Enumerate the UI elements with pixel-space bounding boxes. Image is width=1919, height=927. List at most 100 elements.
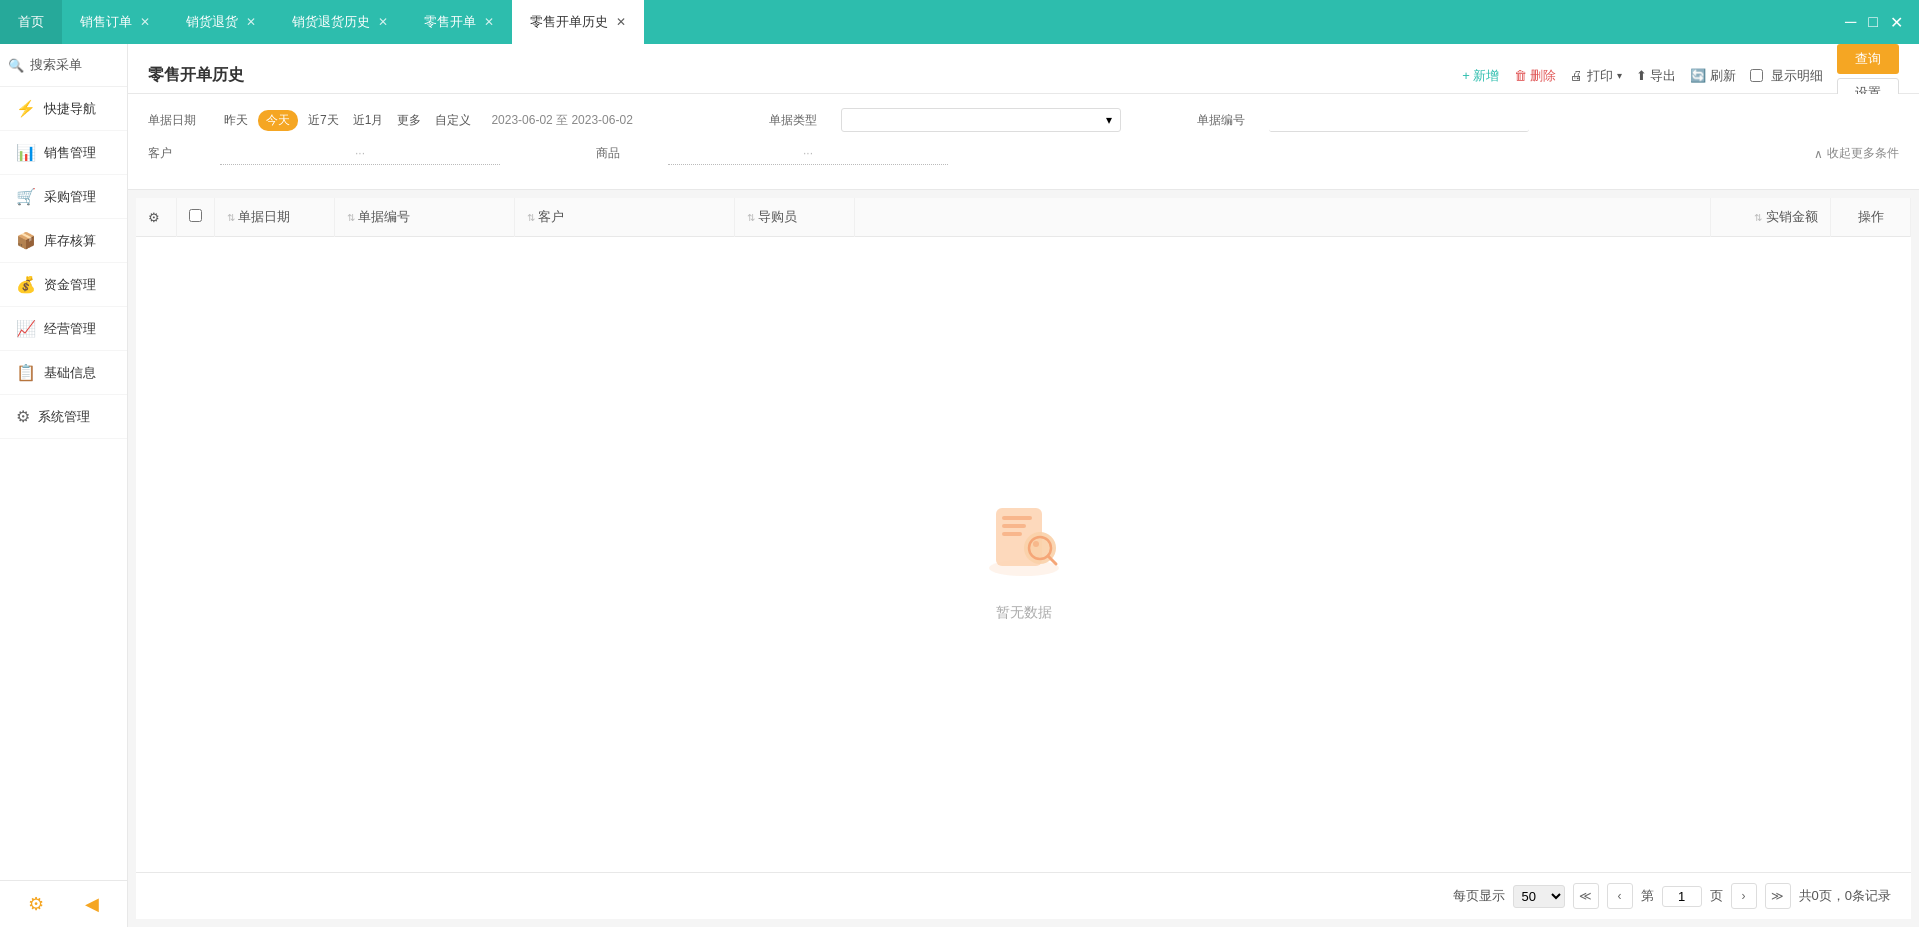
- page-label-after: 页: [1710, 887, 1723, 905]
- date-shortcuts: 昨天 今天 近7天 近1月 更多 自定义: [220, 110, 475, 131]
- filter-bill-type-select[interactable]: ▾: [841, 108, 1121, 132]
- tab-sales-return[interactable]: 销货退货 ✕: [168, 0, 274, 44]
- main-layout: 🔍 搜索采单 ⚡ 快捷导航 📊 销售管理 🛒 采购管理 📦 库存核算 💰 资金管…: [0, 44, 1919, 927]
- sidebar-collapse-icon[interactable]: ◀: [85, 893, 99, 915]
- sidebar-item-sales-label: 销售管理: [44, 144, 96, 162]
- filter-bill-type-label: 单据类型: [769, 112, 825, 129]
- total-info: 共0页，0条记录: [1799, 887, 1891, 905]
- tab-retail-open-label: 零售开单: [424, 13, 476, 31]
- last-page-button[interactable]: ≫: [1765, 883, 1791, 909]
- empty-icon: [974, 488, 1074, 588]
- collapse-button[interactable]: ∧ 收起更多条件: [1814, 145, 1899, 162]
- display-detail-checkbox[interactable]: [1750, 69, 1763, 82]
- shortcut-last-month[interactable]: 近1月: [349, 110, 388, 131]
- page-size-label: 每页显示: [1453, 887, 1505, 905]
- sidebar-item-finance[interactable]: 💰 资金管理: [0, 263, 127, 307]
- print-button[interactable]: 🖨 打印 ▾: [1570, 67, 1622, 85]
- tab-sales-order-close[interactable]: ✕: [140, 15, 150, 29]
- col-customer-label: 客户: [538, 209, 564, 224]
- tab-sales-return-close[interactable]: ✕: [246, 15, 256, 29]
- add-button-label: + 新增: [1462, 67, 1499, 85]
- basic-info-icon: 📋: [16, 363, 36, 382]
- add-button[interactable]: + 新增: [1462, 67, 1499, 85]
- page-size-select[interactable]: 50 20 100: [1513, 885, 1565, 908]
- tab-sales-return-history[interactable]: 销货退货历史 ✕: [274, 0, 406, 44]
- table-gear-icon[interactable]: ⚙: [148, 210, 160, 225]
- page-title: 零售开单历史: [148, 65, 244, 86]
- tab-retail-open[interactable]: 零售开单 ✕: [406, 0, 512, 44]
- sidebar-item-quick-nav[interactable]: ⚡ 快捷导航: [0, 87, 127, 131]
- page-number-input[interactable]: [1662, 886, 1702, 907]
- delete-button[interactable]: 🗑 删除: [1514, 67, 1557, 85]
- col-date-label: 单据日期: [238, 209, 290, 224]
- tab-home[interactable]: 首页: [0, 0, 62, 44]
- col-customer-sort-icon[interactable]: ⇅: [527, 212, 535, 223]
- col-date-header: ⇅ 单据日期: [214, 198, 334, 237]
- collapse-icon: ∧: [1814, 147, 1823, 161]
- shortcut-today[interactable]: 今天: [258, 110, 298, 131]
- tab-retail-open-close[interactable]: ✕: [484, 15, 494, 29]
- filter-bill-number-label: 单据编号: [1197, 112, 1253, 129]
- window-close-btn[interactable]: ✕: [1890, 13, 1903, 32]
- sidebar-item-basic-info[interactable]: 📋 基础信息: [0, 351, 127, 395]
- col-guide-label: 导购员: [758, 209, 797, 224]
- prev-page-button[interactable]: ‹: [1607, 883, 1633, 909]
- col-number-label: 单据编号: [358, 209, 410, 224]
- col-amount-header: ⇅ 实销金额: [1711, 198, 1831, 237]
- filter-goods-input[interactable]: ···: [668, 142, 948, 165]
- filter-bill-number-input[interactable]: [1269, 109, 1529, 132]
- col-amount-sort-icon[interactable]: ⇅: [1754, 212, 1762, 223]
- svg-rect-2: [1002, 516, 1032, 520]
- empty-state: 暂无数据: [136, 237, 1911, 872]
- col-guide-header: ⇅ 导购员: [734, 198, 854, 237]
- tab-retail-open-history-label: 零售开单历史: [530, 13, 608, 31]
- date-range-display: 2023-06-02 至 2023-06-02: [491, 112, 632, 129]
- shortcut-last7[interactable]: 近7天: [304, 110, 343, 131]
- inventory-icon: 📦: [16, 231, 36, 250]
- tab-sales-order[interactable]: 销售订单 ✕: [62, 0, 168, 44]
- svg-rect-3: [1002, 524, 1026, 528]
- tab-sales-return-history-close[interactable]: ✕: [378, 15, 388, 29]
- delete-button-label: 🗑 删除: [1514, 67, 1557, 85]
- window-max-btn[interactable]: □: [1868, 13, 1878, 31]
- filter-customer-input[interactable]: ···: [220, 142, 500, 165]
- tab-retail-open-history-close[interactable]: ✕: [616, 15, 626, 29]
- refresh-button[interactable]: 🔄 刷新: [1690, 67, 1736, 85]
- tab-retail-open-history[interactable]: 零售开单历史 ✕: [512, 0, 644, 44]
- finance-icon: 💰: [16, 275, 36, 294]
- col-number-sort-icon[interactable]: ⇅: [347, 212, 355, 223]
- sidebar-item-operations[interactable]: 📈 经营管理: [0, 307, 127, 351]
- col-date-sort-icon[interactable]: ⇅: [227, 212, 235, 223]
- shortcut-more[interactable]: 更多: [393, 110, 425, 131]
- sidebar-search[interactable]: 🔍 搜索采单: [0, 44, 127, 87]
- shortcut-custom[interactable]: 自定义: [431, 110, 475, 131]
- col-checkbox: [176, 198, 214, 237]
- next-page-button[interactable]: ›: [1731, 883, 1757, 909]
- sidebar-item-purchase-mgmt[interactable]: 🛒 采购管理: [0, 175, 127, 219]
- page-header: 零售开单历史 + 新增 🗑 删除 🖨 打印 ▾ ⬆ 导出 🔄 刷新: [128, 44, 1919, 94]
- col-guide-sort-icon[interactable]: ⇅: [747, 212, 755, 223]
- select-all-checkbox[interactable]: [189, 209, 202, 222]
- sidebar-item-inventory[interactable]: 📦 库存核算: [0, 219, 127, 263]
- tab-sales-return-label: 销货退货: [186, 13, 238, 31]
- display-detail-toggle[interactable]: 显示明细: [1750, 67, 1823, 85]
- svg-rect-4: [1002, 532, 1022, 536]
- shortcut-yesterday[interactable]: 昨天: [220, 110, 252, 131]
- pagination: 每页显示 50 20 100 ≪ ‹ 第 页 › ≫ 共0页，0条记录: [136, 872, 1911, 919]
- filter-row-2: 客户 ··· 商品 ··· ∧ 收起更多条件: [148, 142, 1899, 165]
- window-min-btn[interactable]: ─: [1845, 13, 1856, 31]
- query-button[interactable]: 查询: [1837, 44, 1899, 74]
- sidebar-item-system-mgmt[interactable]: ⚙ 系统管理: [0, 395, 127, 439]
- col-action-label: 操作: [1858, 209, 1884, 224]
- tab-sales-return-history-label: 销货退货历史: [292, 13, 370, 31]
- sidebar-item-sales-mgmt[interactable]: 📊 销售管理: [0, 131, 127, 175]
- sidebar-settings-icon[interactable]: ⚙: [28, 893, 44, 915]
- sidebar-item-quick-nav-label: 快捷导航: [44, 100, 96, 118]
- export-button[interactable]: ⬆ 导出: [1636, 67, 1677, 85]
- first-page-button[interactable]: ≪: [1573, 883, 1599, 909]
- sidebar-item-finance-label: 资金管理: [44, 276, 96, 294]
- empty-text: 暂无数据: [996, 604, 1052, 622]
- sidebar-search-label: 搜索采单: [30, 56, 82, 74]
- col-action-header: 操作: [1831, 198, 1911, 237]
- sidebar-bottom: ⚙ ◀: [0, 880, 127, 927]
